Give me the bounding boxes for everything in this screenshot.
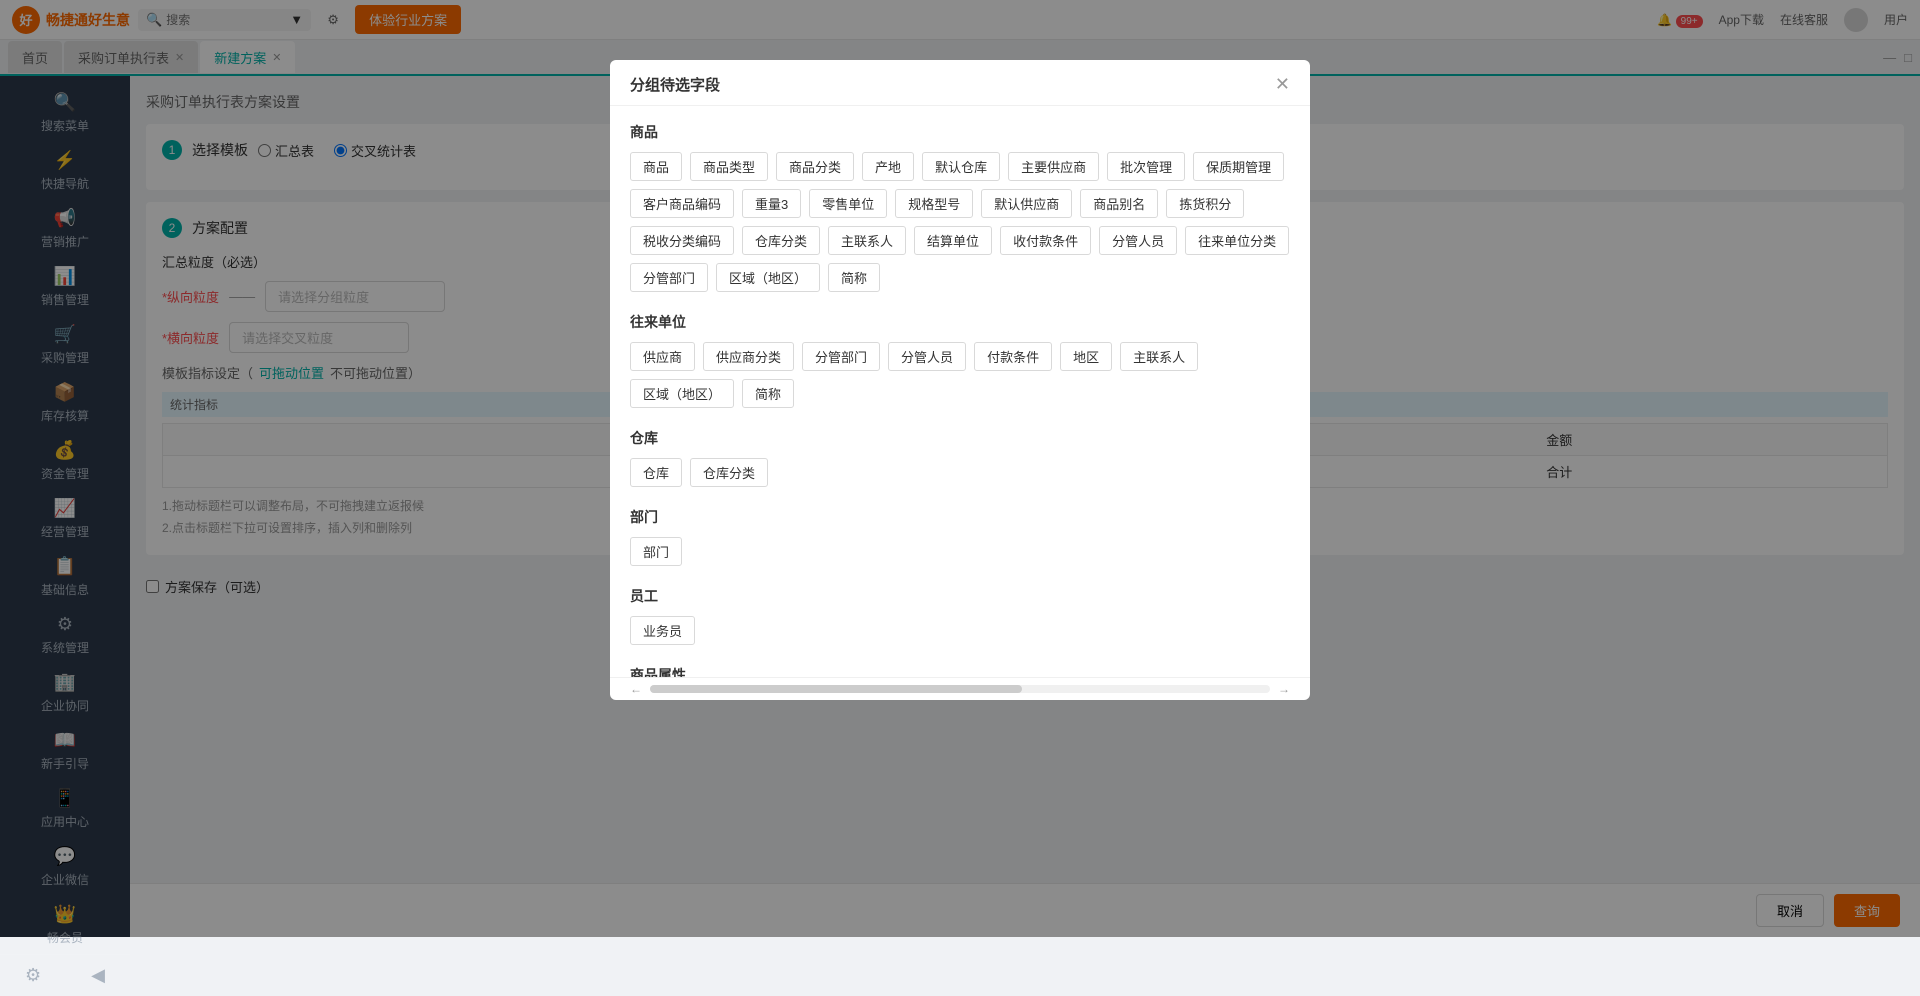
field-tag-product-11[interactable]: 规格型号 — [895, 189, 973, 218]
field-tag-product-10[interactable]: 零售单位 — [809, 189, 887, 218]
field-tag-partner-5[interactable]: 地区 — [1060, 342, 1112, 371]
modal-body: 商品 商品 商品类型 商品分类 产地 默认仓库 主要供应商 批次管理 保质期管理… — [610, 106, 1310, 677]
field-group-partner: 往来单位 供应商 供应商分类 分管部门 分管人员 付款条件 地区 主联系人 区域… — [630, 312, 1290, 408]
field-group-product-attr-title: 商品属性 — [630, 665, 1290, 677]
field-tag-product-2[interactable]: 商品分类 — [776, 152, 854, 181]
field-tag-product-1[interactable]: 商品类型 — [690, 152, 768, 181]
field-group-dept: 部门 部门 — [630, 507, 1290, 566]
field-tag-product-4[interactable]: 默认仓库 — [922, 152, 1000, 181]
field-tags-product: 商品 商品类型 商品分类 产地 默认仓库 主要供应商 批次管理 保质期管理 客户… — [630, 152, 1290, 292]
modal-overlay: 分组待选字段 ✕ 商品 商品 商品类型 商品分类 产地 默认仓库 主要供应商 批… — [0, 0, 1920, 937]
sidebar-settings-icon[interactable]: ⚙ — [25, 965, 41, 986]
field-select-modal: 分组待选字段 ✕ 商品 商品 商品类型 商品分类 产地 默认仓库 主要供应商 批… — [610, 60, 1310, 700]
scroll-right-arrow[interactable]: → — [1278, 682, 1290, 696]
field-tag-partner-0[interactable]: 供应商 — [630, 342, 695, 371]
field-tag-product-7[interactable]: 保质期管理 — [1193, 152, 1284, 181]
modal-header: 分组待选字段 ✕ — [610, 60, 1310, 106]
modal-scrollbar-row: ← → — [610, 677, 1310, 700]
field-tag-product-19[interactable]: 收付款条件 — [1000, 226, 1091, 255]
field-tag-partner-2[interactable]: 分管部门 — [802, 342, 880, 371]
field-tag-warehouse-0[interactable]: 仓库 — [630, 458, 682, 487]
field-tag-product-14[interactable]: 拣货积分 — [1166, 189, 1244, 218]
field-tag-product-17[interactable]: 主联系人 — [828, 226, 906, 255]
field-group-product: 商品 商品 商品类型 商品分类 产地 默认仓库 主要供应商 批次管理 保质期管理… — [630, 122, 1290, 292]
field-tags-dept: 部门 — [630, 537, 1290, 566]
field-tag-product-24[interactable]: 简称 — [828, 263, 880, 292]
field-tag-product-9[interactable]: 重量3 — [742, 189, 801, 218]
field-tag-product-13[interactable]: 商品别名 — [1080, 189, 1158, 218]
field-tag-product-8[interactable]: 客户商品编码 — [630, 189, 734, 218]
field-tag-product-16[interactable]: 仓库分类 — [742, 226, 820, 255]
field-group-employee: 员工 业务员 — [630, 586, 1290, 645]
field-tag-partner-4[interactable]: 付款条件 — [974, 342, 1052, 371]
field-tag-partner-6[interactable]: 主联系人 — [1120, 342, 1198, 371]
field-tag-employee-0[interactable]: 业务员 — [630, 616, 695, 645]
sidebar-collapse-icon[interactable]: ◀ — [91, 965, 105, 986]
field-group-product-title: 商品 — [630, 122, 1290, 142]
field-group-partner-title: 往来单位 — [630, 312, 1290, 332]
field-group-product-attr: 商品属性 属性 颜色 多规格 尺码 鞋码 1 — [630, 665, 1290, 677]
scroll-left-arrow[interactable]: ← — [630, 682, 642, 696]
field-group-warehouse: 仓库 仓库 仓库分类 — [630, 428, 1290, 487]
horizontal-scrollbar[interactable] — [650, 685, 1270, 693]
field-tags-warehouse: 仓库 仓库分类 — [630, 458, 1290, 487]
field-tag-product-15[interactable]: 税收分类编码 — [630, 226, 734, 255]
modal-title: 分组待选字段 — [630, 74, 720, 95]
field-tag-partner-7[interactable]: 区域（地区） — [630, 379, 734, 408]
field-group-employee-title: 员工 — [630, 586, 1290, 606]
field-tag-partner-1[interactable]: 供应商分类 — [703, 342, 794, 371]
field-tags-partner: 供应商 供应商分类 分管部门 分管人员 付款条件 地区 主联系人 区域（地区） … — [630, 342, 1290, 408]
field-tag-product-18[interactable]: 结算单位 — [914, 226, 992, 255]
field-tag-warehouse-1[interactable]: 仓库分类 — [690, 458, 768, 487]
modal-close-button[interactable]: ✕ — [1275, 74, 1290, 95]
field-tag-partner-8[interactable]: 简称 — [742, 379, 794, 408]
field-tag-product-6[interactable]: 批次管理 — [1107, 152, 1185, 181]
field-tag-product-20[interactable]: 分管人员 — [1099, 226, 1177, 255]
field-tag-product-5[interactable]: 主要供应商 — [1008, 152, 1099, 181]
field-group-dept-title: 部门 — [630, 507, 1290, 527]
field-tag-product-0[interactable]: 商品 — [630, 152, 682, 181]
field-tag-dept-0[interactable]: 部门 — [630, 537, 682, 566]
field-tag-partner-3[interactable]: 分管人员 — [888, 342, 966, 371]
field-tag-product-12[interactable]: 默认供应商 — [981, 189, 1072, 218]
horizontal-scrollbar-thumb — [650, 685, 1022, 693]
field-group-warehouse-title: 仓库 — [630, 428, 1290, 448]
field-tag-product-3[interactable]: 产地 — [862, 152, 914, 181]
field-tag-product-23[interactable]: 区域（地区） — [716, 263, 820, 292]
sidebar-bottom: ⚙ ◀ — [0, 954, 130, 996]
field-tag-product-21[interactable]: 往来单位分类 — [1185, 226, 1289, 255]
field-tags-employee: 业务员 — [630, 616, 1290, 645]
field-tag-product-22[interactable]: 分管部门 — [630, 263, 708, 292]
